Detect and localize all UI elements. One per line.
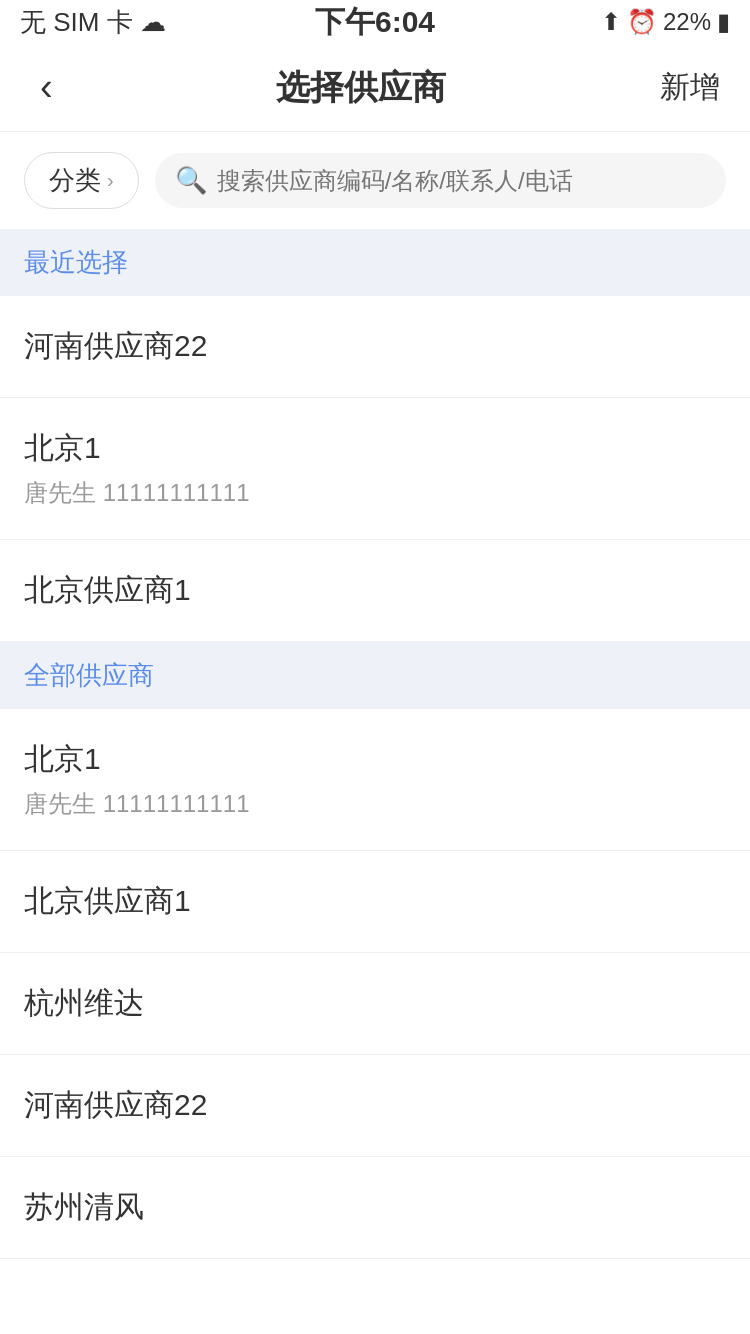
chevron-right-icon: › [107,169,114,192]
item-name: 北京1 [24,428,726,469]
item-name: 北京1 [24,739,726,780]
status-left: 无 SIM 卡 ☁ [20,5,166,40]
search-container: 🔍 [155,153,726,208]
item-name: 杭州维达 [24,983,726,1024]
recent-list: 河南供应商22 北京1 唐先生 11111111111 北京供应商1 [0,296,750,642]
add-button[interactable]: 新增 [660,67,720,108]
all-section-header: 全部供应商 [0,642,750,709]
item-name: 北京供应商1 [24,881,726,922]
item-name: 苏州清风 [24,1187,726,1228]
recent-section-header: 最近选择 [0,229,750,296]
list-item[interactable]: 北京供应商1 [0,540,750,642]
list-item[interactable]: 北京1 唐先生 11111111111 [0,398,750,540]
all-list: 北京1 唐先生 11111111111 北京供应商1 杭州维达河南供应商22 苏州清风 [0,709,750,1259]
page-title: 选择供应商 [276,65,446,111]
list-item[interactable]: 北京1 唐先生 11111111111 [0,709,750,851]
battery-level: 22% [663,8,711,36]
search-icon: 🔍 [175,165,207,196]
category-label: 分类 [49,163,101,198]
status-right: ⬆ ⏰ 22% ▮ [601,8,730,36]
item-sub: 唐先生 11111111111 [24,788,726,820]
list-item[interactable]: 北京供应商1 [0,851,750,953]
item-sub: 唐先生 11111111111 [24,477,726,509]
status-bar: 无 SIM 卡 ☁ 下午6:04 ⬆ ⏰ 22% ▮ [0,0,750,44]
battery-icon: ▮ [717,8,730,36]
item-name: 河南供应商22 [24,326,726,367]
status-time: 下午6:04 [315,2,435,43]
item-name: 北京供应商1 [24,570,726,611]
filter-bar: 分类 › 🔍 [0,132,750,229]
nav-bar: ‹ 选择供应商 新增 [0,44,750,132]
back-button[interactable]: ‹ [30,56,63,119]
search-input[interactable] [217,167,706,195]
list-item[interactable]: 苏州清风 [0,1157,750,1259]
list-item[interactable]: 河南供应商22 [0,1055,750,1157]
list-item[interactable]: 杭州维达 [0,953,750,1055]
sim-status: 无 SIM 卡 ☁ [20,5,166,40]
location-icon: ⬆ [601,8,621,36]
list-item[interactable]: 河南供应商22 [0,296,750,398]
item-name: 河南供应商22 [24,1085,726,1126]
alarm-icon: ⏰ [627,8,657,36]
category-filter[interactable]: 分类 › [24,152,139,209]
